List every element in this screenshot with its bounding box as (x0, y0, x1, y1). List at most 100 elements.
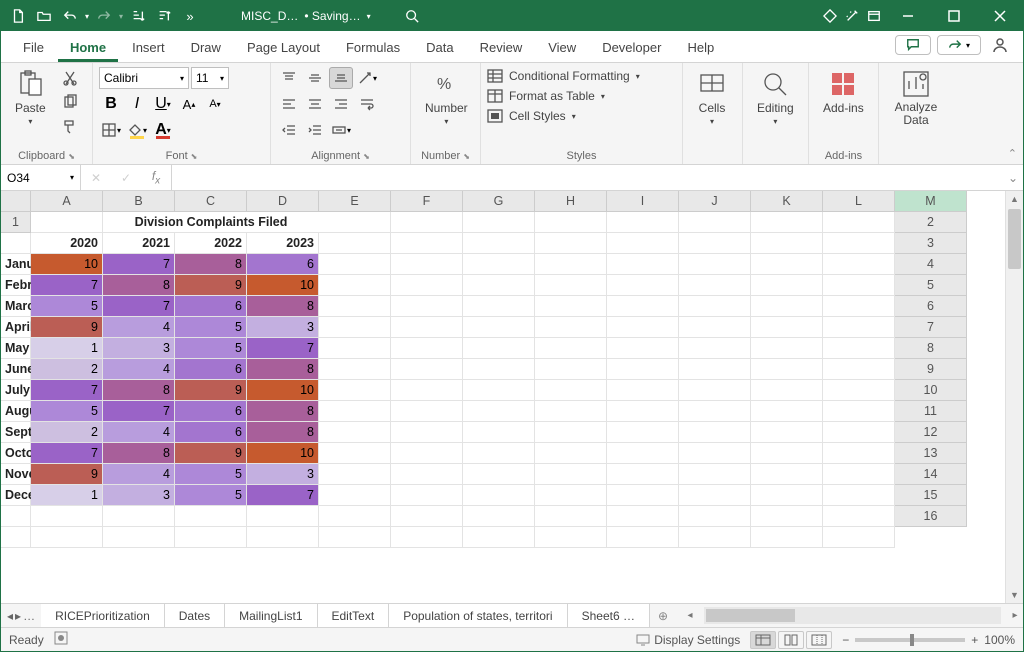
data-cell[interactable]: 9 (31, 317, 103, 338)
sheet-nav-next-icon[interactable]: ▸ (15, 609, 21, 623)
data-cell[interactable]: 7 (31, 275, 103, 296)
column-header[interactable]: A (31, 191, 103, 212)
row-header[interactable]: 4 (895, 254, 967, 275)
formula-input[interactable] (172, 165, 1003, 190)
copy-icon[interactable] (58, 91, 82, 113)
display-settings-button[interactable]: Display Settings (636, 633, 740, 647)
search-icon[interactable] (401, 5, 423, 27)
column-header[interactable]: K (751, 191, 823, 212)
fill-color-icon[interactable]: ▾ (125, 119, 149, 141)
data-cell[interactable]: 1 (31, 485, 103, 506)
column-header[interactable]: J (679, 191, 751, 212)
row-header[interactable]: 15 (895, 485, 967, 506)
data-cell[interactable]: 8 (103, 275, 175, 296)
column-header[interactable]: I (607, 191, 679, 212)
collapse-ribbon-icon[interactable]: ⌃ (1008, 147, 1017, 160)
horizontal-scrollbar[interactable] (704, 607, 1001, 624)
zoom-in-button[interactable]: + (971, 633, 978, 647)
data-cell[interactable]: 7 (103, 254, 175, 275)
sheet-nav-more-icon[interactable]: … (23, 609, 35, 623)
cells-button[interactable]: Cells▾ (689, 67, 735, 128)
diamond-icon[interactable] (819, 5, 841, 27)
data-cell[interactable]: 1 (31, 338, 103, 359)
data-cell[interactable]: 4 (103, 422, 175, 443)
scrollbar-thumb[interactable] (1008, 209, 1021, 269)
row-header[interactable]: 11 (895, 401, 967, 422)
font-color-icon[interactable]: A▾ (151, 119, 175, 141)
row-header[interactable]: 6 (895, 296, 967, 317)
shrink-font-icon[interactable]: A▾ (203, 93, 227, 115)
column-header[interactable]: C (175, 191, 247, 212)
underline-button[interactable]: U▾ (151, 93, 175, 115)
data-cell[interactable]: 5 (31, 296, 103, 317)
maximize-button[interactable] (931, 1, 977, 31)
tab-view[interactable]: View (536, 34, 588, 62)
font-name-selector[interactable]: Calibri▾ (99, 67, 189, 89)
decrease-indent-icon[interactable] (277, 119, 301, 141)
tab-draw[interactable]: Draw (179, 34, 233, 62)
redo-icon[interactable] (93, 5, 115, 27)
row-header[interactable]: 2 (895, 212, 967, 233)
row-header[interactable]: 12 (895, 422, 967, 443)
column-header[interactable]: G (463, 191, 535, 212)
sheet-nav-prev-icon[interactable]: ◂ (7, 609, 13, 623)
tab-insert[interactable]: Insert (120, 34, 177, 62)
row-header[interactable]: 8 (895, 338, 967, 359)
grow-font-icon[interactable]: A▴ (177, 93, 201, 115)
row-header[interactable]: 3 (895, 233, 967, 254)
data-cell[interactable]: 7 (31, 380, 103, 401)
align-left-icon[interactable] (277, 93, 301, 115)
zoom-level[interactable]: 100% (984, 633, 1015, 647)
name-box[interactable]: O34▾ (1, 165, 81, 190)
data-cell[interactable]: 5 (175, 464, 247, 485)
data-cell[interactable]: 6 (175, 401, 247, 422)
data-cell[interactable]: 6 (175, 296, 247, 317)
expand-formula-bar-icon[interactable]: ⌄ (1003, 165, 1023, 190)
conditional-formatting-button[interactable]: Conditional Formatting▾ (487, 67, 640, 85)
minimize-button[interactable] (885, 1, 931, 31)
wand-icon[interactable] (841, 5, 863, 27)
macro-record-icon[interactable] (54, 631, 68, 648)
data-cell[interactable]: 8 (247, 359, 319, 380)
row-header[interactable]: 14 (895, 464, 967, 485)
account-icon[interactable] (987, 32, 1013, 58)
zoom-slider[interactable] (855, 638, 965, 642)
row-header[interactable]: 7 (895, 317, 967, 338)
font-size-selector[interactable]: 11▾ (191, 67, 229, 89)
data-cell[interactable]: 9 (175, 275, 247, 296)
tab-review[interactable]: Review (468, 34, 535, 62)
tab-data[interactable]: Data (414, 34, 465, 62)
window-mode-icon[interactable] (863, 5, 885, 27)
data-cell[interactable]: 3 (103, 485, 175, 506)
sheet-tab[interactable]: Sheet6 … (568, 604, 650, 627)
tab-developer[interactable]: Developer (590, 34, 673, 62)
column-header[interactable]: F (391, 191, 463, 212)
sheet-tab[interactable]: MailingList1 (225, 604, 317, 627)
data-cell[interactable]: 5 (175, 338, 247, 359)
analyze-data-button[interactable]: Analyze Data (885, 67, 947, 129)
data-cell[interactable]: 8 (247, 422, 319, 443)
data-cell[interactable]: 8 (103, 443, 175, 464)
row-header[interactable]: 10 (895, 380, 967, 401)
format-painter-icon[interactable] (58, 115, 82, 137)
increase-indent-icon[interactable] (303, 119, 327, 141)
data-cell[interactable]: 9 (31, 464, 103, 485)
undo-icon[interactable] (59, 5, 81, 27)
view-page-break-icon[interactable] (806, 631, 832, 649)
new-file-icon[interactable] (7, 5, 29, 27)
spreadsheet-grid[interactable]: ABCDEFGHIJKLM1Division Complaints Filed2… (1, 191, 1023, 603)
borders-icon[interactable]: ▾ (99, 119, 123, 141)
scroll-down-icon[interactable]: ▼ (1006, 587, 1023, 603)
save-status[interactable]: • Saving… (304, 9, 360, 23)
data-cell[interactable]: 9 (175, 380, 247, 401)
data-cell[interactable]: 7 (103, 401, 175, 422)
data-cell[interactable]: 8 (103, 380, 175, 401)
row-header[interactable]: 5 (895, 275, 967, 296)
align-top-icon[interactable] (277, 67, 301, 89)
add-sheet-button[interactable]: ⊕ (650, 604, 676, 627)
data-cell[interactable]: 8 (175, 254, 247, 275)
column-header[interactable]: H (535, 191, 607, 212)
data-cell[interactable]: 10 (31, 254, 103, 275)
column-header[interactable]: E (319, 191, 391, 212)
data-cell[interactable]: 3 (103, 338, 175, 359)
